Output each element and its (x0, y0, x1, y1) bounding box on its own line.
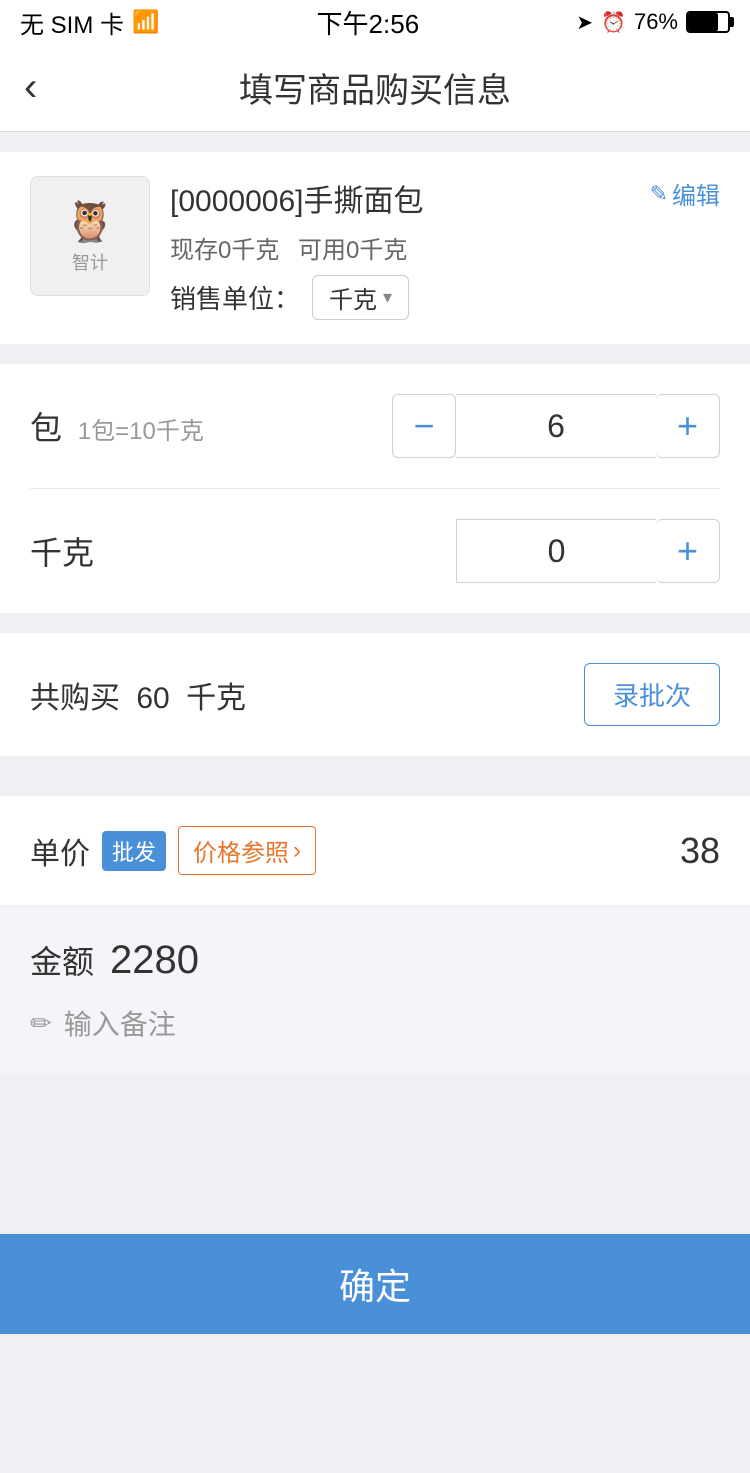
quantity-section: 包 1包=10千克 − + 千克 + (0, 364, 750, 613)
status-bar: 无 SIM 卡 📶 下午2:56 ➤ ⏰ 76% (0, 0, 750, 44)
carrier-label: 无 SIM 卡 (20, 5, 124, 40)
amount-row: 金额 2280 (30, 937, 720, 983)
bao-quantity-input[interactable] (456, 394, 656, 458)
price-label-group: 单价 批发 价格参照 › (30, 826, 316, 875)
kg-increment-button[interactable]: + (656, 519, 720, 583)
location-icon: ➤ (576, 10, 593, 35)
product-thumb-icon: 🦉 (65, 198, 115, 245)
bao-sub-label: 1包=10千克 (78, 418, 204, 445)
bao-increment-button[interactable]: + (656, 394, 720, 458)
product-thumb-label: 智计 (72, 249, 108, 275)
price-section: 单价 批发 价格参照 › 38 (0, 796, 750, 905)
back-arrow-icon: ‹ (24, 65, 37, 110)
confirm-button[interactable]: 确定 (0, 1234, 750, 1334)
edit-button[interactable]: ✎ 编辑 (650, 176, 720, 211)
product-info: [0000006]手撕面包 ✎ 编辑 现存0千克 可用0千克 销售单位： 千克 … (170, 176, 720, 320)
amount-value: 2280 (110, 938, 199, 983)
product-name: [0000006]手撕面包 (170, 176, 423, 220)
bao-quantity-controls: − + (392, 394, 720, 458)
amount-section: 金额 2280 ✏ 输入备注 (0, 907, 750, 1073)
wifi-icon: 📶 (132, 9, 159, 35)
product-stock: 现存0千克 可用0千克 (170, 230, 720, 265)
status-left: 无 SIM 卡 📶 (20, 5, 159, 40)
total-unit: 千克 (186, 682, 246, 715)
price-label: 单价 (30, 829, 90, 873)
amount-label: 金额 (30, 937, 94, 983)
battery-percent: 76% (634, 9, 678, 35)
time-label: 下午2:56 (317, 4, 420, 41)
unit-value: 千克 (329, 280, 377, 315)
bao-decrement-button[interactable]: − (392, 394, 456, 458)
price-tag: 批发 (102, 831, 166, 871)
remark-input[interactable]: 输入备注 (64, 1003, 176, 1043)
kg-label: 千克 (30, 528, 94, 574)
total-prefix: 共购买 (30, 682, 120, 715)
stock-available: 可用0千克 (298, 237, 407, 264)
product-card: 🦉 智计 [0000006]手撕面包 ✎ 编辑 现存0千克 可用0千克 销售单位… (0, 152, 750, 344)
price-ref-button[interactable]: 价格参照 › (178, 826, 316, 875)
unit-label: 销售单位： (170, 279, 300, 316)
price-ref-label: 价格参照 (193, 833, 289, 868)
unit-select[interactable]: 千克 ▾ (312, 275, 409, 320)
price-ref-arrow: › (293, 837, 301, 865)
total-label: 共购买 60 千克 (30, 673, 246, 717)
status-right: ➤ ⏰ 76% (576, 9, 730, 35)
product-unit-row: 销售单位： 千克 ▾ (170, 275, 720, 320)
back-button[interactable]: ‹ (24, 65, 37, 110)
total-amount: 60 (136, 682, 169, 715)
bao-quantity-row: 包 1包=10千克 − + (30, 364, 720, 489)
section-divider-1 (0, 344, 750, 364)
kg-quantity-row: 千克 + (30, 489, 720, 613)
confirm-label: 确定 (339, 1258, 411, 1310)
section-divider-3 (0, 756, 750, 776)
kg-quantity-input[interactable] (456, 519, 656, 583)
kg-quantity-controls: + (456, 519, 720, 583)
total-section: 共购买 60 千克 录批次 (0, 633, 750, 756)
alarm-icon: ⏰ (601, 10, 626, 35)
remark-row[interactable]: ✏ 输入备注 (30, 1003, 720, 1043)
remark-icon: ✏ (30, 1008, 52, 1039)
section-divider-2 (0, 613, 750, 633)
unit-dropdown-arrow: ▾ (383, 287, 392, 308)
battery-icon (686, 11, 730, 33)
nav-bar: ‹ 填写商品购买信息 (0, 44, 750, 132)
edit-label: 编辑 (672, 176, 720, 211)
bao-label: 包 1包=10千克 (30, 403, 204, 449)
product-thumbnail: 🦉 智计 (30, 176, 150, 296)
edit-icon: ✎ (650, 181, 668, 207)
batch-button[interactable]: 录批次 (584, 663, 720, 726)
stock-current: 现存0千克 (170, 237, 279, 264)
price-value: 38 (680, 830, 720, 872)
page-title: 填写商品购买信息 (239, 63, 511, 112)
